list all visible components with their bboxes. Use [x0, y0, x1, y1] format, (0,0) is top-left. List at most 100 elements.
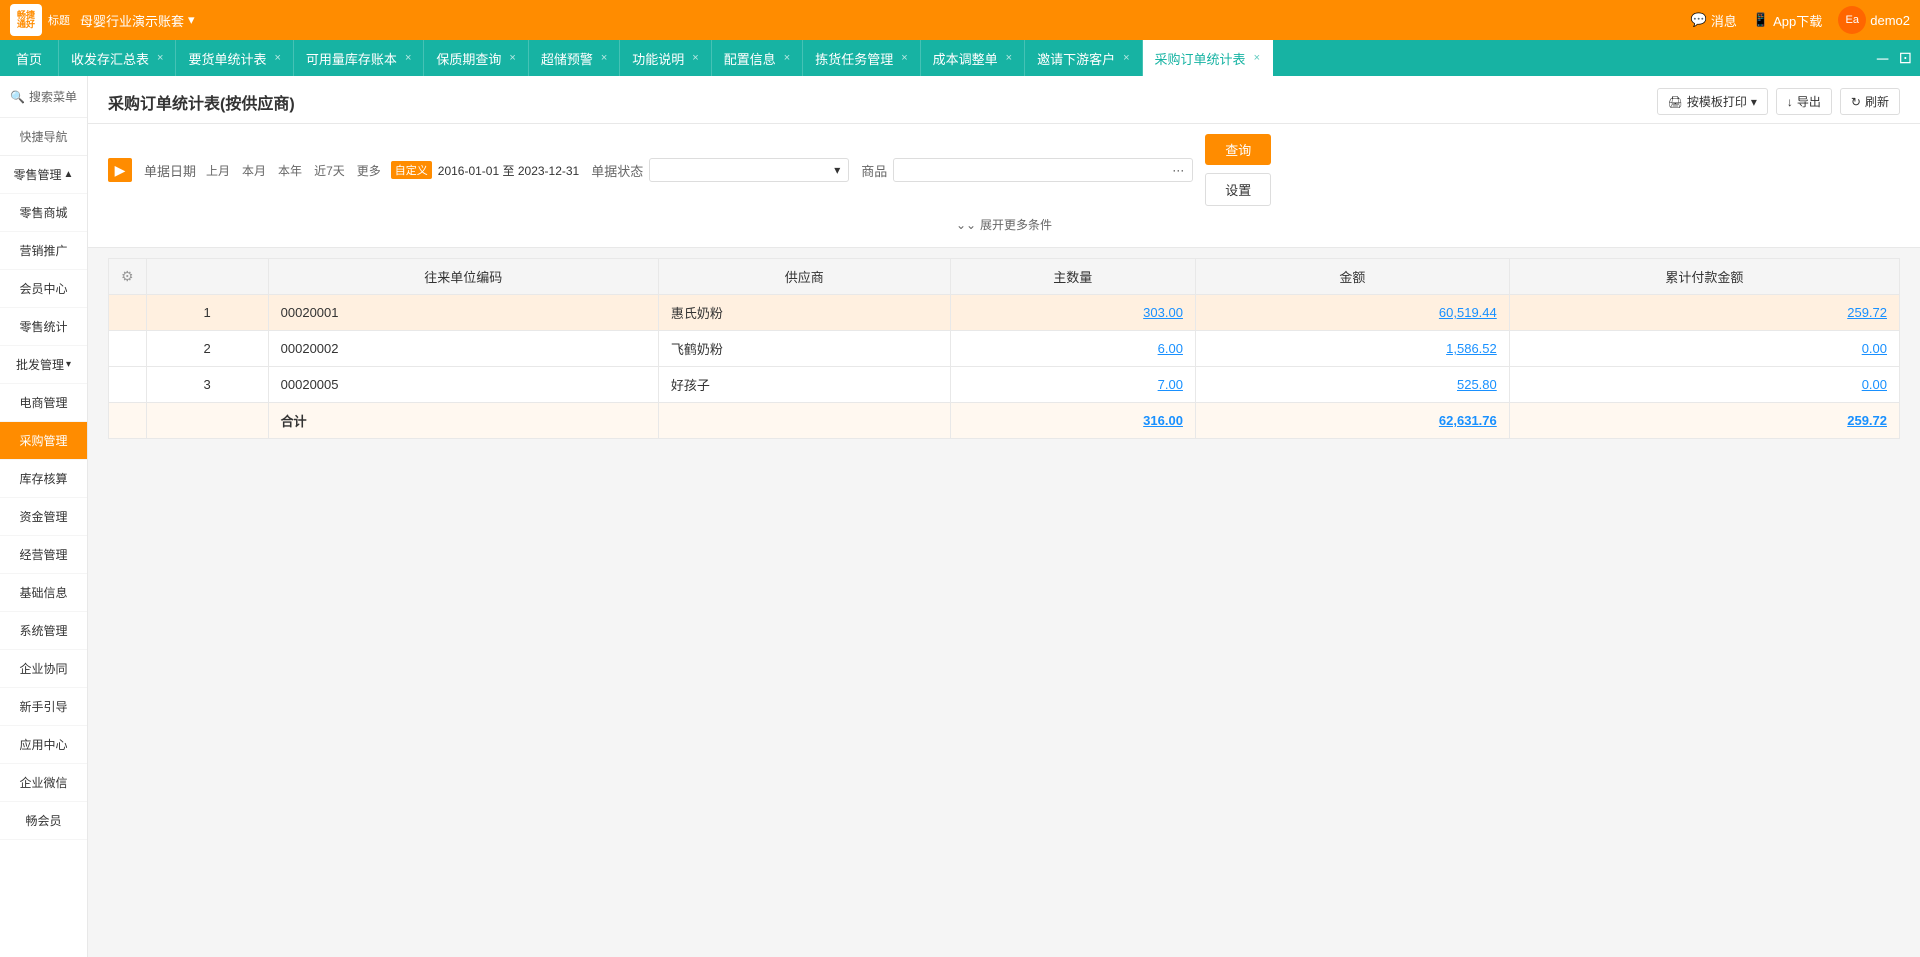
footer-index — [146, 403, 268, 439]
sidebar-item-basic-info[interactable]: 基础信息 — [0, 574, 87, 612]
tab-chengben-close[interactable]: × — [1006, 52, 1012, 64]
tab-caigou[interactable]: 采购订单统计表 × — [1143, 40, 1273, 76]
tab-peizhi-close[interactable]: × — [784, 52, 790, 64]
expand-more-btn[interactable]: ⌄⌄ 展开更多条件 — [108, 212, 1900, 237]
sidebar-item-retail-stats[interactable]: 零售统计 — [0, 308, 87, 346]
date-shortcut-more[interactable]: 更多 — [353, 160, 385, 181]
cell-paid[interactable]: 259.72 — [1509, 295, 1899, 331]
tab-yaoqing-label: 邀请下游客户 — [1037, 49, 1115, 68]
cell-qty[interactable]: 7.00 — [950, 367, 1195, 403]
tab-yaoqing-close[interactable]: × — [1123, 52, 1129, 64]
filter-bar: ▶ 单据日期 上月 本月 本年 近7天 更多 自定义 2016-01-01 至 — [88, 124, 1920, 248]
sidebar-item-operations-label: 经营管理 — [19, 546, 67, 563]
table-row[interactable]: 1 00020001 惠氏奶粉 303.00 60,519.44 259.72 — [109, 295, 1900, 331]
workspace-selector[interactable]: 母婴行业演示账套 ▾ — [80, 11, 1681, 30]
date-shortcut-this-year[interactable]: 本年 — [274, 160, 306, 181]
tab-shoufacun[interactable]: 收发存汇总表 × — [59, 40, 176, 76]
tab-maximize-icon[interactable]: ⊡ — [1899, 48, 1912, 68]
app-download-btn[interactable]: 📱 App下载 — [1753, 11, 1822, 30]
footer-qty: 316.00 — [950, 403, 1195, 439]
sidebar-item-purchase[interactable]: 采购管理 — [0, 422, 87, 460]
sidebar-search-btn[interactable]: 🔍 搜索菜单 — [0, 84, 87, 109]
sidebar-item-member[interactable]: 会员中心 — [0, 270, 87, 308]
export-btn[interactable]: ↓ 导出 — [1776, 88, 1832, 115]
sidebar-item-system[interactable]: 系统管理 — [0, 612, 87, 650]
goods-input[interactable]: ··· — [893, 158, 1193, 182]
tab-yaohuo-close[interactable]: × — [274, 52, 280, 64]
sidebar-item-wholesale-label: 批发管理 — [16, 356, 64, 373]
sidebar-search-area[interactable]: 🔍 搜索菜单 — [0, 76, 87, 118]
tab-baozhiqi[interactable]: 保质期查询 × — [424, 40, 528, 76]
query-btn[interactable]: 查询 — [1205, 134, 1271, 165]
tab-jianhuo[interactable]: 拣货任务管理 × — [803, 40, 920, 76]
sidebar-item-operations[interactable]: 经营管理 — [0, 536, 87, 574]
tab-kuyong[interactable]: 可用量库存账本 × — [294, 40, 424, 76]
sidebar-item-wholesale[interactable]: 批发管理 ▾ — [0, 346, 87, 384]
tab-gongneng[interactable]: 功能说明 × — [620, 40, 711, 76]
tab-chengben[interactable]: 成本调整单 × — [921, 40, 1025, 76]
sidebar-item-finance[interactable]: 资金管理 — [0, 498, 87, 536]
date-from[interactable]: 2016-01-01 — [438, 164, 499, 178]
date-to[interactable]: 2023-12-31 — [518, 164, 579, 178]
tab-baozhiqi-close[interactable]: × — [509, 52, 515, 64]
sidebar-quick-nav[interactable]: 快捷导航 — [0, 118, 87, 156]
export-icon: ↓ — [1787, 95, 1793, 109]
tab-gongneng-close[interactable]: × — [692, 52, 698, 64]
tab-chaochuyujing-close[interactable]: × — [601, 52, 607, 64]
sidebar-item-retail-stats-label: 零售统计 — [19, 318, 67, 335]
sidebar-item-wechat[interactable]: 企业微信 — [0, 764, 87, 802]
sidebar-item-inventory[interactable]: 库存核算 — [0, 460, 87, 498]
date-separator: 至 — [503, 164, 518, 178]
filter-settings-btn[interactable]: 设置 — [1205, 173, 1271, 206]
tab-jianhuo-close[interactable]: × — [901, 52, 907, 64]
message-btn[interactable]: 💬 消息 — [1691, 11, 1737, 30]
message-label: 消息 — [1711, 11, 1737, 30]
sidebar-item-enterprise[interactable]: 企业协同 — [0, 650, 87, 688]
workspace-arrow: ▾ — [188, 12, 195, 28]
tab-home[interactable]: 首页 — [0, 40, 59, 76]
tab-caigou-close[interactable]: × — [1254, 52, 1260, 64]
cell-paid[interactable]: 0.00 — [1509, 367, 1899, 403]
user-area[interactable]: Ea demo2 — [1838, 6, 1910, 34]
cell-amount[interactable]: 525.80 — [1195, 367, 1509, 403]
footer-paid: 259.72 — [1509, 403, 1899, 439]
refresh-btn[interactable]: ↻ 刷新 — [1840, 88, 1900, 115]
date-shortcut-7days[interactable]: 近7天 — [310, 160, 349, 181]
goods-more-icon: ··· — [1172, 163, 1184, 177]
table-row[interactable]: 2 00020002 飞鹤奶粉 6.00 1,586.52 0.00 — [109, 331, 1900, 367]
tab-chaochuyujing[interactable]: 超储预警 × — [529, 40, 620, 76]
sidebar-item-member-label: 会员中心 — [19, 280, 67, 297]
column-settings-icon[interactable]: ⚙ — [121, 268, 134, 284]
table-row[interactable]: 3 00020005 好孩子 7.00 525.80 0.00 — [109, 367, 1900, 403]
sidebar-item-marketing[interactable]: 营销推广 — [0, 232, 87, 270]
tab-peizhi[interactable]: 配置信息 × — [712, 40, 803, 76]
page-actions: 🖨 按模板打印 ▾ ↓ 导出 ↻ 刷新 — [1657, 88, 1900, 115]
cell-paid[interactable]: 0.00 — [1509, 331, 1899, 367]
sidebar-item-retail-mgmt[interactable]: 零售管理 ▲ — [0, 156, 87, 194]
status-select[interactable]: ▾ — [649, 158, 849, 182]
cell-amount[interactable]: 60,519.44 — [1195, 295, 1509, 331]
cell-qty[interactable]: 6.00 — [950, 331, 1195, 367]
sidebar-item-changhui[interactable]: 畅会员 — [0, 802, 87, 840]
print-btn[interactable]: 🖨 按模板打印 ▾ — [1657, 88, 1768, 115]
sidebar-item-guide[interactable]: 新手引导 — [0, 688, 87, 726]
sidebar-item-purchase-label: 采购管理 — [19, 432, 67, 449]
cell-settings — [109, 367, 147, 403]
tab-shoufacun-close[interactable]: × — [157, 52, 163, 64]
cell-amount[interactable]: 1,586.52 — [1195, 331, 1509, 367]
tab-yaohuo[interactable]: 要货单统计表 × — [176, 40, 293, 76]
tab-minimize-icon[interactable]: － — [1875, 46, 1891, 70]
date-shortcut-this-month[interactable]: 本月 — [238, 160, 270, 181]
cell-qty[interactable]: 303.00 — [950, 295, 1195, 331]
quick-nav-label[interactable]: 快捷导航 — [0, 124, 87, 149]
date-shortcut-last-month[interactable]: 上月 — [202, 160, 234, 181]
tab-kuyong-close[interactable]: × — [405, 52, 411, 64]
th-amount: 金额 — [1195, 259, 1509, 295]
sidebar-item-app-center[interactable]: 应用中心 — [0, 726, 87, 764]
sidebar-item-retail-shop[interactable]: 零售商城 — [0, 194, 87, 232]
tab-yaoqing[interactable]: 邀请下游客户 × — [1025, 40, 1142, 76]
filter-toggle-btn[interactable]: ▶ — [108, 158, 132, 182]
data-table: ⚙ 往来单位编码 供应商 主数量 金额 累计付款金额 1 00020001 惠氏… — [108, 258, 1900, 439]
sidebar-item-ecommerce[interactable]: 电商管理 — [0, 384, 87, 422]
tab-chaochuyujing-label: 超储预警 — [541, 49, 593, 68]
